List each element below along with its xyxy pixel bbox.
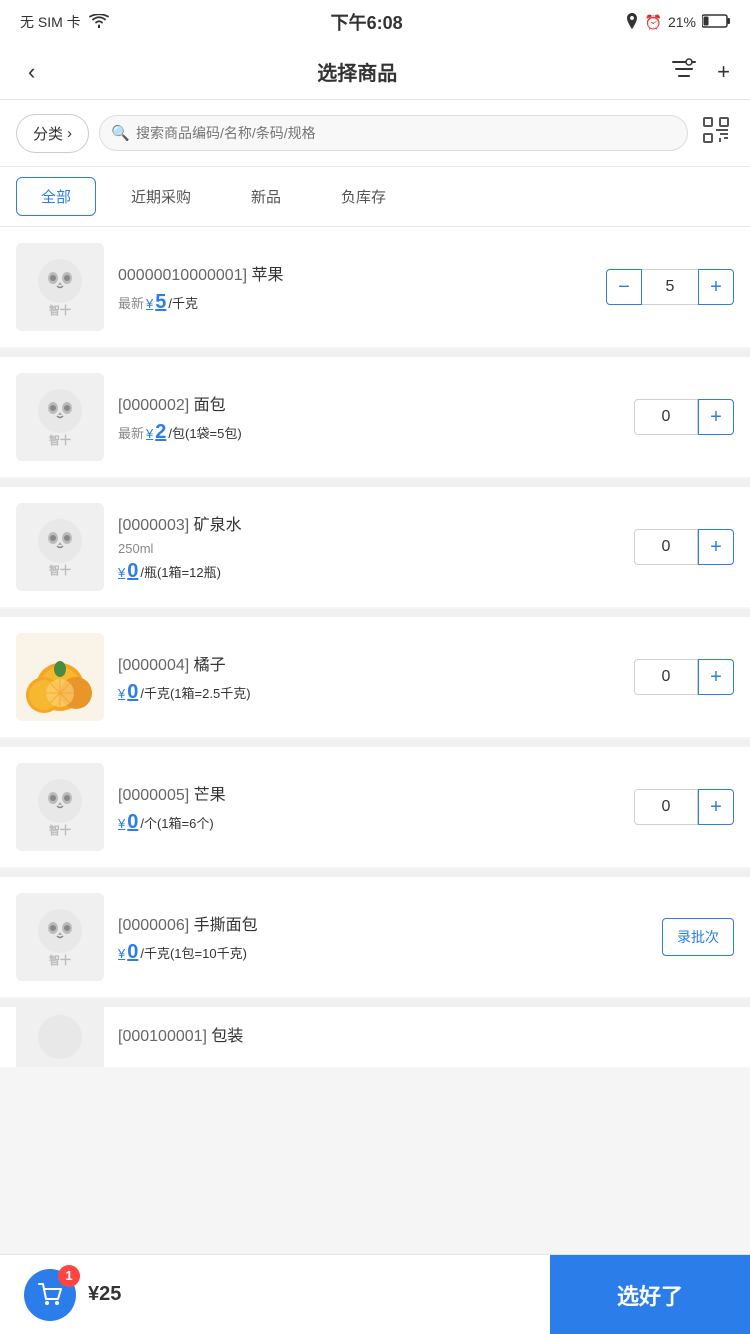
- product-price-2: 最新 ¥ 2 /包(1袋=5包): [118, 421, 620, 444]
- product-name-6: [0000006] 手撕面包: [118, 911, 648, 935]
- divider-6: [0, 999, 750, 1007]
- status-right: ⏰ 21%: [625, 13, 730, 32]
- product-price-4: ¥ 0 /千克(1箱=2.5千克): [118, 681, 620, 704]
- back-button[interactable]: ‹: [20, 51, 43, 93]
- divider-5: [0, 869, 750, 877]
- product-price-3: ¥ 0 /瓶(1箱=12瓶): [118, 560, 620, 583]
- product-info-4: [0000004] 橘子 ¥ 0 /千克(1箱=2.5千克): [118, 651, 620, 704]
- alarm-icon: ⏰: [645, 14, 662, 31]
- increase-button-5[interactable]: +: [698, 789, 734, 825]
- quantity-display-4: 0: [634, 659, 698, 695]
- product-info-1: 00000010000001] 苹果 最新 ¥ 5 /千克: [118, 261, 592, 314]
- increase-button-1[interactable]: +: [698, 269, 734, 305]
- add-icon[interactable]: +: [717, 59, 730, 85]
- confirm-button[interactable]: 选好了: [550, 1255, 750, 1334]
- product-image-3: 智十: [16, 503, 104, 591]
- cart-total: ¥25: [88, 1283, 121, 1306]
- location-icon: [625, 13, 639, 32]
- product-image-6: 智十: [16, 893, 104, 981]
- search-icon: 🔍: [111, 124, 130, 142]
- product-name-5: [0000005] 芒果: [118, 781, 620, 805]
- increase-button-2[interactable]: +: [698, 399, 734, 435]
- product-item-1: 智十 00000010000001] 苹果 最新 ¥ 5 /千克 − +: [0, 227, 750, 347]
- battery-icon: [702, 14, 730, 31]
- quantity-input-1[interactable]: [642, 269, 698, 305]
- quantity-display-5: 0: [634, 789, 698, 825]
- product-name-4: [0000004] 橘子: [118, 651, 620, 675]
- filter-bar: 分类 › 🔍: [0, 100, 750, 167]
- increase-button-4[interactable]: +: [698, 659, 734, 695]
- product-image-2: 智十: [16, 373, 104, 461]
- product-item-7: [000100001] 包装: [0, 1007, 750, 1067]
- product-info-7: [000100001] 包装: [118, 1022, 734, 1052]
- divider-1: [0, 349, 750, 357]
- chevron-right-icon: ›: [67, 125, 72, 142]
- tab-bar: 全部 近期采购 新品 负库存: [0, 167, 750, 227]
- product-image-7: [16, 1007, 104, 1067]
- wifi-icon: [89, 14, 109, 31]
- product-item-3: 智十 [0000003] 矿泉水 250ml ¥ 0 /瓶(1箱=12瓶) 0 …: [0, 487, 750, 607]
- status-bar: 无 SIM 卡 下午6:08 ⏰ 21%: [0, 0, 750, 44]
- bottom-bar: 1 ¥25 选好了: [0, 1254, 750, 1334]
- product-name-2: [0000002] 面包: [118, 391, 620, 415]
- product-item-2: 智十 [0000002] 面包 最新 ¥ 2 /包(1袋=5包) 0 +: [0, 357, 750, 477]
- scan-icon[interactable]: [698, 112, 734, 154]
- divider-4: [0, 739, 750, 747]
- quantity-control-5: 0 +: [634, 789, 734, 825]
- quantity-display-2: 0: [634, 399, 698, 435]
- batch-button-6[interactable]: 录批次: [662, 918, 734, 956]
- nav-bar: ‹ 选择商品 +: [0, 44, 750, 100]
- product-item-4: [0000004] 橘子 ¥ 0 /千克(1箱=2.5千克) 0 +: [0, 617, 750, 737]
- increase-button-3[interactable]: +: [698, 529, 734, 565]
- quantity-display-3: 0: [634, 529, 698, 565]
- product-info-6: [0000006] 手撕面包 ¥ 0 /千克(1包=10千克): [118, 911, 648, 964]
- product-name-3: [0000003] 矿泉水: [118, 511, 620, 535]
- status-time: 下午6:08: [331, 9, 403, 35]
- carrier-text: 无 SIM 卡: [20, 12, 81, 32]
- page-title: 选择商品: [317, 57, 397, 86]
- product-info-3: [0000003] 矿泉水 250ml ¥ 0 /瓶(1箱=12瓶): [118, 511, 620, 583]
- product-price-5: ¥ 0 /个(1箱=6个): [118, 811, 620, 834]
- cart-section: 1 ¥25: [0, 1269, 550, 1321]
- search-wrapper: 🔍: [99, 115, 688, 151]
- cart-badge: 1: [58, 1265, 80, 1287]
- tab-new[interactable]: 新品: [226, 177, 306, 216]
- status-carrier: 无 SIM 卡: [20, 12, 109, 32]
- divider-3: [0, 609, 750, 617]
- quantity-control-1: − +: [606, 269, 734, 305]
- tab-recent[interactable]: 近期采购: [106, 177, 216, 216]
- product-spec-3: 250ml: [118, 541, 620, 556]
- product-price-1: 最新 ¥ 5 /千克: [118, 291, 592, 314]
- quantity-control-2: 0 +: [634, 399, 734, 435]
- quantity-control-4: 0 +: [634, 659, 734, 695]
- filter-icon[interactable]: [671, 58, 697, 85]
- cart-button[interactable]: 1: [24, 1269, 76, 1321]
- product-info-5: [0000005] 芒果 ¥ 0 /个(1箱=6个): [118, 781, 620, 834]
- product-name-1: 00000010000001] 苹果: [118, 261, 592, 285]
- product-list: 智十 00000010000001] 苹果 最新 ¥ 5 /千克 − +: [0, 227, 750, 1149]
- product-image-5: 智十: [16, 763, 104, 851]
- product-image-4: [16, 633, 104, 721]
- product-name-7: [000100001] 包装: [118, 1022, 734, 1046]
- tab-negative-stock[interactable]: 负库存: [316, 177, 411, 216]
- product-item-5: 智十 [0000005] 芒果 ¥ 0 /个(1箱=6个) 0 +: [0, 747, 750, 867]
- decrease-button-1[interactable]: −: [606, 269, 642, 305]
- search-input[interactable]: [99, 115, 688, 151]
- divider-2: [0, 479, 750, 487]
- product-image-1: 智十: [16, 243, 104, 331]
- quantity-control-3: 0 +: [634, 529, 734, 565]
- nav-actions: +: [671, 58, 730, 85]
- product-item-6: 智十 [0000006] 手撕面包 ¥ 0 /千克(1包=10千克) 录批次: [0, 877, 750, 997]
- tab-all[interactable]: 全部: [16, 177, 96, 216]
- battery-text: 21%: [668, 14, 696, 30]
- product-price-6: ¥ 0 /千克(1包=10千克): [118, 941, 648, 964]
- category-button[interactable]: 分类 ›: [16, 114, 89, 153]
- product-info-2: [0000002] 面包 最新 ¥ 2 /包(1袋=5包): [118, 391, 620, 444]
